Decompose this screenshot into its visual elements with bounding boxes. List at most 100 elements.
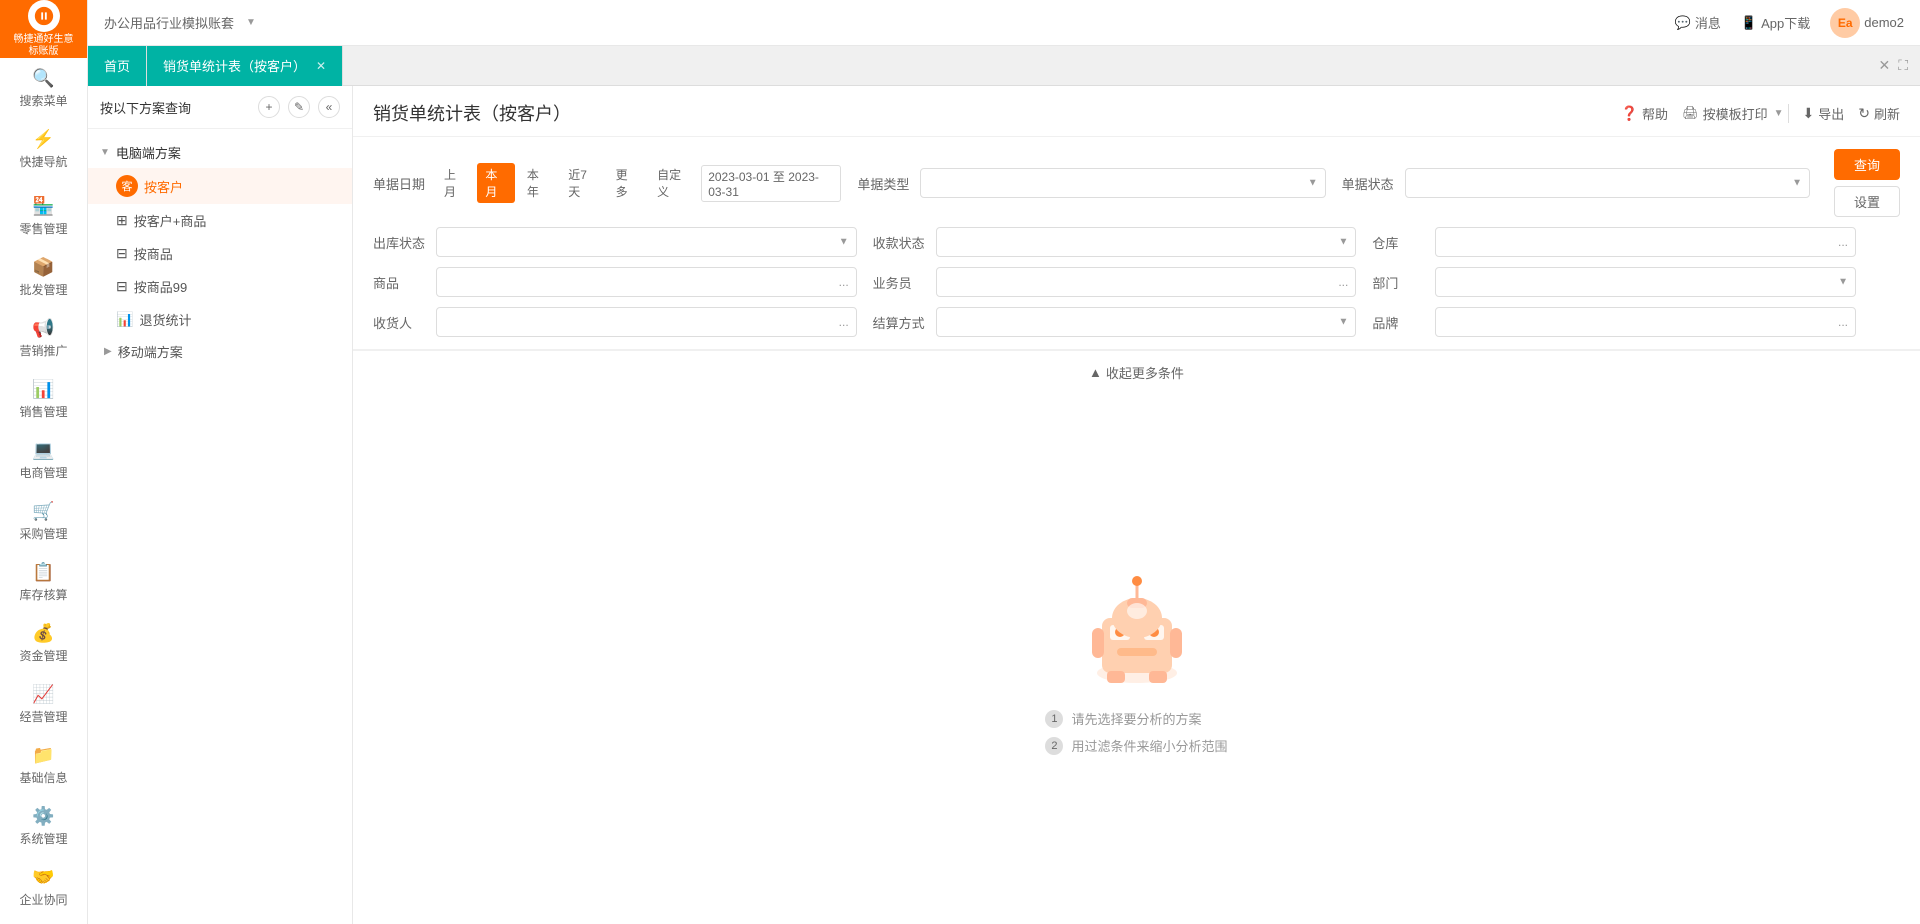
message-label: 消息 xyxy=(1695,13,1721,32)
sidebar-item-label: 经营管理 xyxy=(19,708,67,725)
goods-dots[interactable]: ... xyxy=(839,275,849,289)
edit-scheme-btn[interactable]: ✎ xyxy=(288,96,310,118)
outbound-status-select-wrap: ▼ xyxy=(436,227,857,257)
brand-dots[interactable]: ... xyxy=(1838,315,1848,329)
settings-button[interactable]: 设置 xyxy=(1834,186,1900,217)
settlement-select-wrap: ▼ xyxy=(936,307,1357,337)
by-goods-99-icon: ⊟ xyxy=(116,278,128,295)
tab-home[interactable]: 首页 xyxy=(88,46,147,86)
basic-info-icon: 📁 xyxy=(32,745,54,766)
salesperson-dots[interactable]: ... xyxy=(1338,275,1348,289)
sidebar-item-sales[interactable]: 📊 销售管理 xyxy=(0,369,87,430)
sidebar-item-quick-nav[interactable]: ⚡ 快捷导航 xyxy=(0,119,87,180)
payment-status-select[interactable] xyxy=(936,227,1357,257)
filter-row-2: 出库状态 ▼ 收款状态 ▼ 仓库 xyxy=(373,227,1900,257)
print-dropdown-arrow[interactable]: ▼ xyxy=(1774,108,1784,119)
window-close-icon[interactable]: ✕ xyxy=(1878,57,1890,74)
refresh-btn[interactable]: ↻ 刷新 xyxy=(1858,104,1900,123)
finance-icon: 💰 xyxy=(32,623,54,644)
inventory-icon: 📋 xyxy=(32,562,54,583)
mobile-scheme-group[interactable]: ▶ 移动端方案 xyxy=(88,336,352,367)
tab-home-label: 首页 xyxy=(104,56,130,75)
by-goods-label: 按商品 xyxy=(134,244,173,263)
department-select[interactable] xyxy=(1435,267,1856,297)
refresh-icon: ↻ xyxy=(1858,105,1870,122)
tip-text-1: 请先选择要分析的方案 xyxy=(1071,709,1201,728)
query-button[interactable]: 查询 xyxy=(1834,149,1900,180)
message-btn[interactable]: 💬 消息 xyxy=(1675,13,1721,32)
outbound-status-field: 出库状态 ▼ xyxy=(373,227,857,257)
user-profile[interactable]: Ea demo2 xyxy=(1830,8,1904,38)
filter-row-3: 商品 ... 业务员 ... 部门 xyxy=(373,267,1900,297)
date-tab-more[interactable]: 更多 xyxy=(608,163,645,203)
date-tab-this-month[interactable]: 本月 xyxy=(477,163,514,203)
warehouse-dots[interactable]: ... xyxy=(1838,235,1848,249)
sidebar-item-new-guide[interactable]: 🎯 新手引导 xyxy=(0,918,87,924)
warehouse-input-wrap: ... xyxy=(1435,227,1856,257)
sidebar-item-operations[interactable]: 📈 经营管理 xyxy=(0,674,87,735)
scheme-by-goods[interactable]: ⊟ 按商品 xyxy=(88,237,352,270)
date-tab-last-month[interactable]: 上月 xyxy=(436,163,473,203)
scheme-by-goods-99[interactable]: ⊟ 按商品99 xyxy=(88,270,352,303)
desktop-scheme-group[interactable]: ▼ 电脑端方案 xyxy=(88,137,352,168)
print-btn[interactable]: 🖨 按模板打印 ▼ xyxy=(1682,104,1788,123)
sidebar-item-enterprise-collab[interactable]: 🤝 企业协同 xyxy=(0,857,87,918)
logo-icon xyxy=(28,0,60,32)
order-status-select[interactable] xyxy=(1405,168,1810,198)
sidebar-item-finance[interactable]: 💰 资金管理 xyxy=(0,613,87,674)
date-tab-this-year[interactable]: 本年 xyxy=(519,163,556,203)
order-type-select[interactable] xyxy=(920,168,1325,198)
export-icon: ⬇ xyxy=(1803,105,1815,122)
sidebar-item-wholesale[interactable]: 📦 批发管理 xyxy=(0,247,87,308)
sidebar-item-system[interactable]: ⚙️ 系统管理 xyxy=(0,796,87,857)
sidebar-item-inventory[interactable]: 📋 库存核算 xyxy=(0,552,87,613)
salesperson-input[interactable] xyxy=(936,267,1357,297)
scheme-by-customer[interactable]: 客 按客户 xyxy=(88,168,352,204)
order-type-select-wrap: ▼ xyxy=(920,168,1325,198)
brand-input-wrap: ... xyxy=(1435,307,1856,337)
window-maximize-icon[interactable]: ⛶ xyxy=(1898,57,1908,74)
export-btn[interactable]: ⬇ 导出 xyxy=(1803,104,1845,123)
date-tab-7days[interactable]: 近7天 xyxy=(560,163,603,203)
department-label: 部门 xyxy=(1372,273,1427,292)
add-scheme-btn[interactable]: + xyxy=(258,96,280,118)
date-tab-custom[interactable]: 自定义 xyxy=(649,163,697,203)
brand-input[interactable] xyxy=(1435,307,1856,337)
settlement-label: 结算方式 xyxy=(873,313,928,332)
mobile-group-label: 移动端方案 xyxy=(118,342,183,361)
tab-close-btn[interactable]: ✕ xyxy=(316,59,326,73)
date-range-display[interactable]: 2023-03-01 至 2023-03-31 xyxy=(701,165,841,202)
page-title-actions: ❓ 帮助 🖨 按模板打印 ▼ ⬇ 导出 ↻ 刷新 xyxy=(1621,104,1900,123)
sidebar-item-search-menu[interactable]: 🔍 搜索菜单 xyxy=(0,58,87,119)
scheme-by-customer-goods[interactable]: ⊞ 按客户+商品 xyxy=(88,204,352,237)
tab-sales-stats[interactable]: 销货单统计表（按客户） ✕ xyxy=(147,46,343,86)
consignee-label: 收货人 xyxy=(373,313,428,332)
sidebar-item-retail[interactable]: 🏪 零售管理 xyxy=(0,186,87,247)
consignee-dots[interactable]: ... xyxy=(839,315,849,329)
consignee-input[interactable] xyxy=(436,307,857,337)
sidebar-item-purchase[interactable]: 🛒 采购管理 xyxy=(0,491,87,552)
warehouse-input[interactable] xyxy=(1435,227,1856,257)
goods-input[interactable] xyxy=(436,267,857,297)
collapse-panel-btn[interactable]: « xyxy=(318,96,340,118)
scheme-return-stats[interactable]: 📊 退货统计 xyxy=(88,303,352,336)
left-panel: 按以下方案查询 + ✎ « ▼ 电脑端方案 xyxy=(88,86,353,924)
warehouse-field: 仓库 ... xyxy=(1372,227,1856,257)
help-icon: ❓ xyxy=(1621,105,1638,122)
sidebar-item-basic-info[interactable]: 📁 基础信息 xyxy=(0,735,87,796)
help-btn[interactable]: ❓ 帮助 xyxy=(1621,104,1668,123)
sidebar-item-label: 库存核算 xyxy=(19,586,67,603)
empty-tip-1: 1 请先选择要分析的方案 xyxy=(1045,709,1227,728)
app-download-btn[interactable]: 📱 App下载 xyxy=(1741,13,1810,32)
sidebar-item-marketing[interactable]: 📢 营销推广 xyxy=(0,308,87,369)
settlement-select[interactable] xyxy=(936,307,1357,337)
empty-state: 1 请先选择要分析的方案 2 用过滤条件来缩小分析范围 xyxy=(353,394,1920,924)
collapse-more-btn[interactable]: ▲ 收起更多条件 xyxy=(1077,359,1196,386)
by-customer-icon: 客 xyxy=(116,175,138,197)
help-label: 帮助 xyxy=(1642,104,1668,123)
sidebar-item-ecommerce[interactable]: 💻 电商管理 xyxy=(0,430,87,491)
industry-dropdown-arrow[interactable]: ▼ xyxy=(246,17,256,28)
app-download-label: App下载 xyxy=(1761,13,1810,32)
scheme-tree: ▼ 电脑端方案 客 按客户 ⊞ 按客户+商品 ⊟ 按商品 ⊟ 按商品 xyxy=(88,129,352,375)
outbound-status-select[interactable] xyxy=(436,227,857,257)
